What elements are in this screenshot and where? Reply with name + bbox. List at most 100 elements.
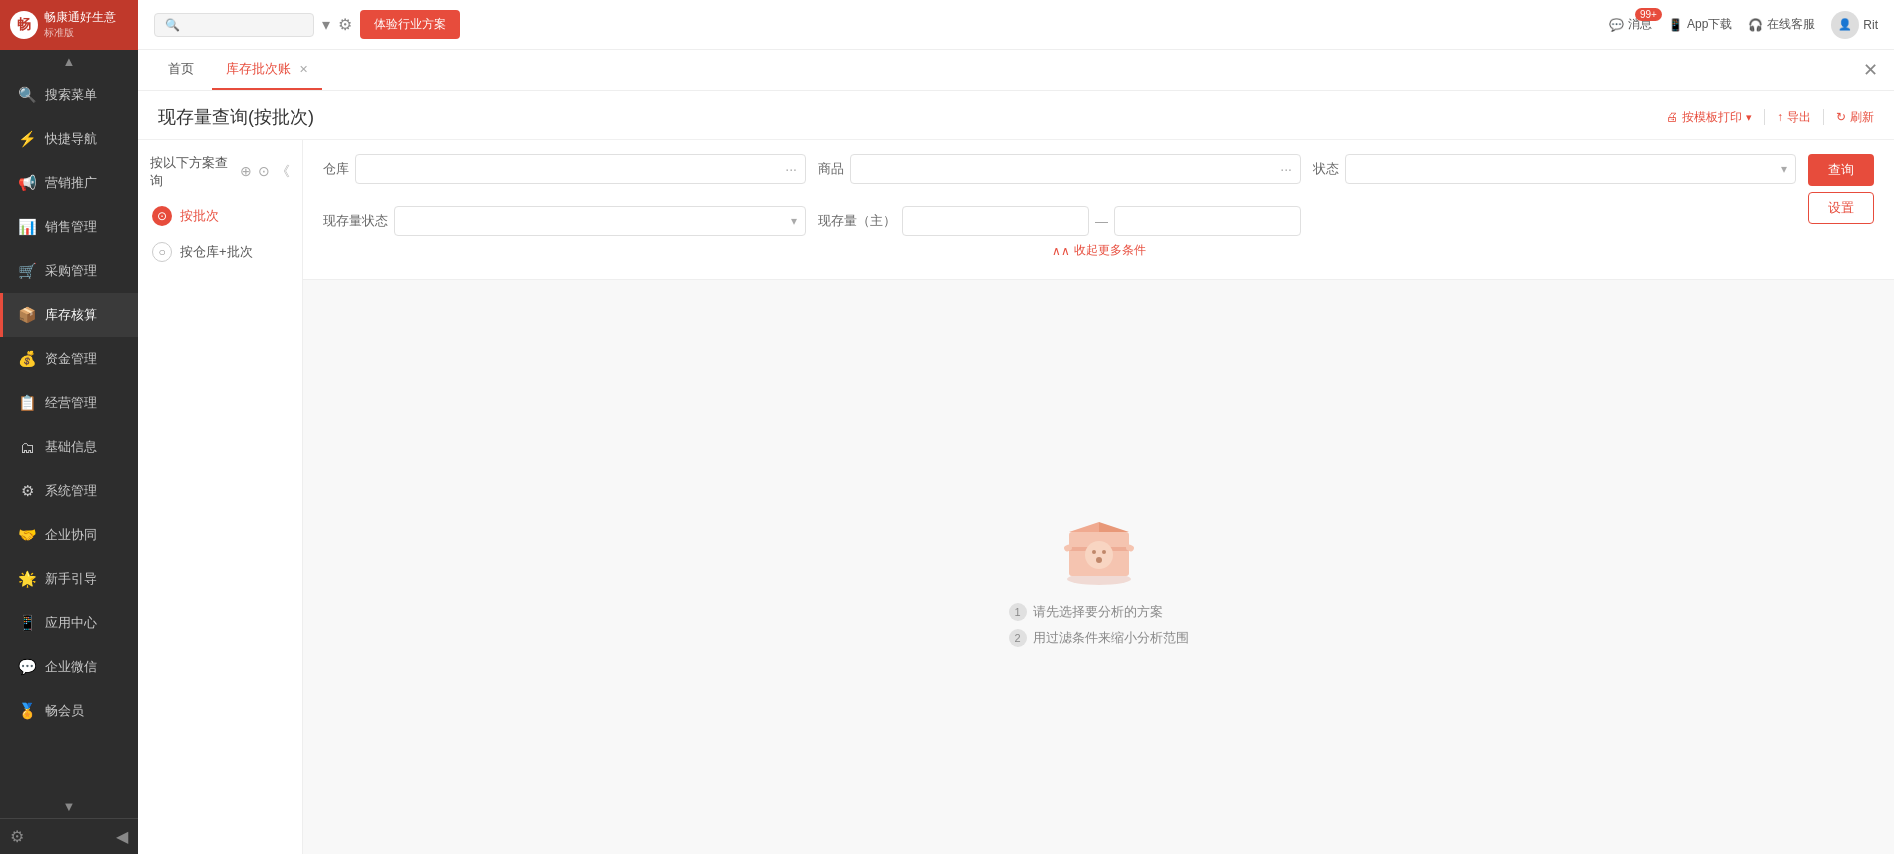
topbar-dropdown-icon[interactable]: ▾ [322,15,330,34]
inventory-main-label: 现存量（主） [818,212,896,230]
quick-nav-icon: ⚡ [17,129,37,149]
sidebar-item-enterprise[interactable]: 🤝 企业协同 [0,513,138,557]
tip2-text: 用过滤条件来缩小分析范围 [1033,629,1189,647]
app-download-label: App下载 [1687,16,1732,33]
sidebar-footer: ⚙ ◀ [0,818,138,854]
sidebar-item-sales[interactable]: 📊 销售管理 [0,205,138,249]
operations-icon: 📋 [17,393,37,413]
svg-point-6 [1092,550,1096,554]
export-btn[interactable]: ↑ 导出 [1777,109,1811,126]
filter-item-by-batch[interactable]: ⊙ 按批次 [138,198,302,234]
collapse-filter-icon[interactable]: 《 [276,163,290,181]
status-chevron: ▾ [1781,162,1787,176]
app-name: 畅康通好生意 [44,10,116,26]
purchase-icon: 🛒 [17,261,37,281]
filter-batch-icon: ⊙ [152,206,172,226]
topbar: 🔍 ▾ ⚙ 体验行业方案 💬 消息 99+ 📱 App下载 🎧 在线客服 [138,0,1894,50]
sidebar-item-label: 快捷导航 [45,130,97,148]
filter-header: 按以下方案查询 ⊕ ⊙ 《 [138,150,302,198]
collapse-more-conditions[interactable]: ∧∧ 收起更多条件 [323,236,1874,265]
sidebar-item-inventory[interactable]: 📦 库存核算 [0,293,138,337]
message-action[interactable]: 💬 消息 99+ [1609,16,1652,33]
topbar-settings-icon[interactable]: ⚙ [338,15,352,34]
wechat-icon: 💬 [17,657,37,677]
member-icon: 🏅 [17,701,37,721]
sidebar-item-quick-nav[interactable]: ⚡ 快捷导航 [0,117,138,161]
sidebar-item-system[interactable]: ⚙ 系统管理 [0,469,138,513]
sidebar-item-app-center[interactable]: 📱 应用中心 [0,601,138,645]
warehouse-input[interactable]: ··· [355,154,806,184]
sidebar: 畅 畅康通好生意 标准版 ▲ 🔍 搜索菜单 ⚡ 快捷导航 📢 营销推广 📊 销售… [0,0,138,854]
tab-inventory-batch-label: 库存批次账 [226,60,291,78]
inventory-icon: 📦 [17,305,37,325]
sidebar-item-label: 应用中心 [45,614,97,632]
sidebar-item-label: 系统管理 [45,482,97,500]
enterprise-icon: 🤝 [17,525,37,545]
print-dropdown-icon[interactable]: ▾ [1746,111,1752,124]
sidebar-scroll-down[interactable]: ▼ [0,795,138,818]
sidebar-item-operations[interactable]: 📋 经营管理 [0,381,138,425]
headset-icon: 🎧 [1748,18,1763,32]
app-download-action[interactable]: 📱 App下载 [1668,16,1732,33]
trial-btn[interactable]: 体验行业方案 [360,10,460,39]
query-form: 仓库 ··· 商品 [303,140,1894,280]
sidebar-item-wechat[interactable]: 💬 企业微信 [0,645,138,689]
sidebar-scroll-up[interactable]: ▲ [0,50,138,73]
close-tab-right-icon[interactable]: ✕ [1863,59,1878,81]
settings-button[interactable]: 设置 [1808,192,1874,224]
sidebar-item-basic-info[interactable]: 🗂 基础信息 [0,425,138,469]
sidebar-item-search[interactable]: 🔍 搜索菜单 [0,73,138,117]
add-filter-icon[interactable]: ⊕ [240,163,252,181]
tab-home[interactable]: 首页 [154,50,208,90]
filter-item-by-warehouse-batch[interactable]: ○ 按仓库+批次 [138,234,302,270]
refresh-btn[interactable]: ↻ 刷新 [1836,109,1874,126]
user-profile[interactable]: 👤 Rit [1831,11,1878,39]
sidebar-item-label: 资金管理 [45,350,97,368]
sidebar-item-label: 销售管理 [45,218,97,236]
print-label: 按模板打印 [1682,109,1742,126]
refresh-icon: ↻ [1836,110,1846,124]
settings-filter-icon[interactable]: ⊙ [258,163,270,181]
tip1-text: 请先选择要分析的方案 [1033,603,1163,621]
sidebar-item-label: 基础信息 [45,438,97,456]
left-filter-panel: 按以下方案查询 ⊕ ⊙ 《 ⊙ 按批次 [138,140,303,854]
sidebar-item-label: 畅会员 [45,702,84,720]
avatar: 👤 [1831,11,1859,39]
sidebar-item-purchase[interactable]: 🛒 采购管理 [0,249,138,293]
divider-1 [1764,109,1765,125]
sidebar-item-label: 库存核算 [45,306,97,324]
query-button[interactable]: 查询 [1808,154,1874,186]
finance-icon: 💰 [17,349,37,369]
tab-close-btn[interactable]: ✕ [299,63,308,76]
app-center-icon: 📱 [17,613,37,633]
online-service-action[interactable]: 🎧 在线客服 [1748,16,1815,33]
print-btn[interactable]: 🖨 按模板打印 ▾ [1666,109,1752,126]
settings-footer-icon[interactable]: ⚙ [10,827,24,846]
phone-icon: 📱 [1668,18,1683,32]
right-query-panel: 仓库 ··· 商品 [303,140,1894,854]
status-select[interactable]: ▾ [1345,154,1796,184]
sidebar-item-finance[interactable]: 💰 资金管理 [0,337,138,381]
menu-search-box[interactable]: 🔍 [154,13,314,37]
export-icon: ↑ [1777,110,1783,124]
inventory-main-field: 现存量（主） — [818,206,1301,236]
svg-point-7 [1102,550,1106,554]
sidebar-item-newbie[interactable]: 🌟 新手引导 [0,557,138,601]
range-separator: — [1095,214,1108,229]
tab-home-label: 首页 [168,60,194,78]
sidebar-item-marketing[interactable]: 📢 营销推广 [0,161,138,205]
tab-inventory-batch[interactable]: 库存批次账 ✕ [212,50,322,90]
main-area: 🔍 ▾ ⚙ 体验行业方案 💬 消息 99+ 📱 App下载 🎧 在线客服 [138,0,1894,854]
filter-wh-batch-label: 按仓库+批次 [180,243,253,261]
sidebar-item-label: 企业微信 [45,658,97,676]
inventory-status-select[interactable]: ▾ [394,206,806,236]
collapse-label: 收起更多条件 [1074,242,1146,259]
goods-input[interactable]: ··· [850,154,1301,184]
inventory-main-from[interactable] [902,206,1089,236]
filter-wh-batch-icon: ○ [152,242,172,262]
inventory-status-field: 现存量状态 ▾ [323,206,806,236]
inventory-main-to[interactable] [1114,206,1301,236]
sidebar-item-label: 搜索菜单 [45,86,97,104]
sidebar-item-member[interactable]: 🏅 畅会员 [0,689,138,733]
collapse-sidebar-icon[interactable]: ◀ [116,827,128,846]
